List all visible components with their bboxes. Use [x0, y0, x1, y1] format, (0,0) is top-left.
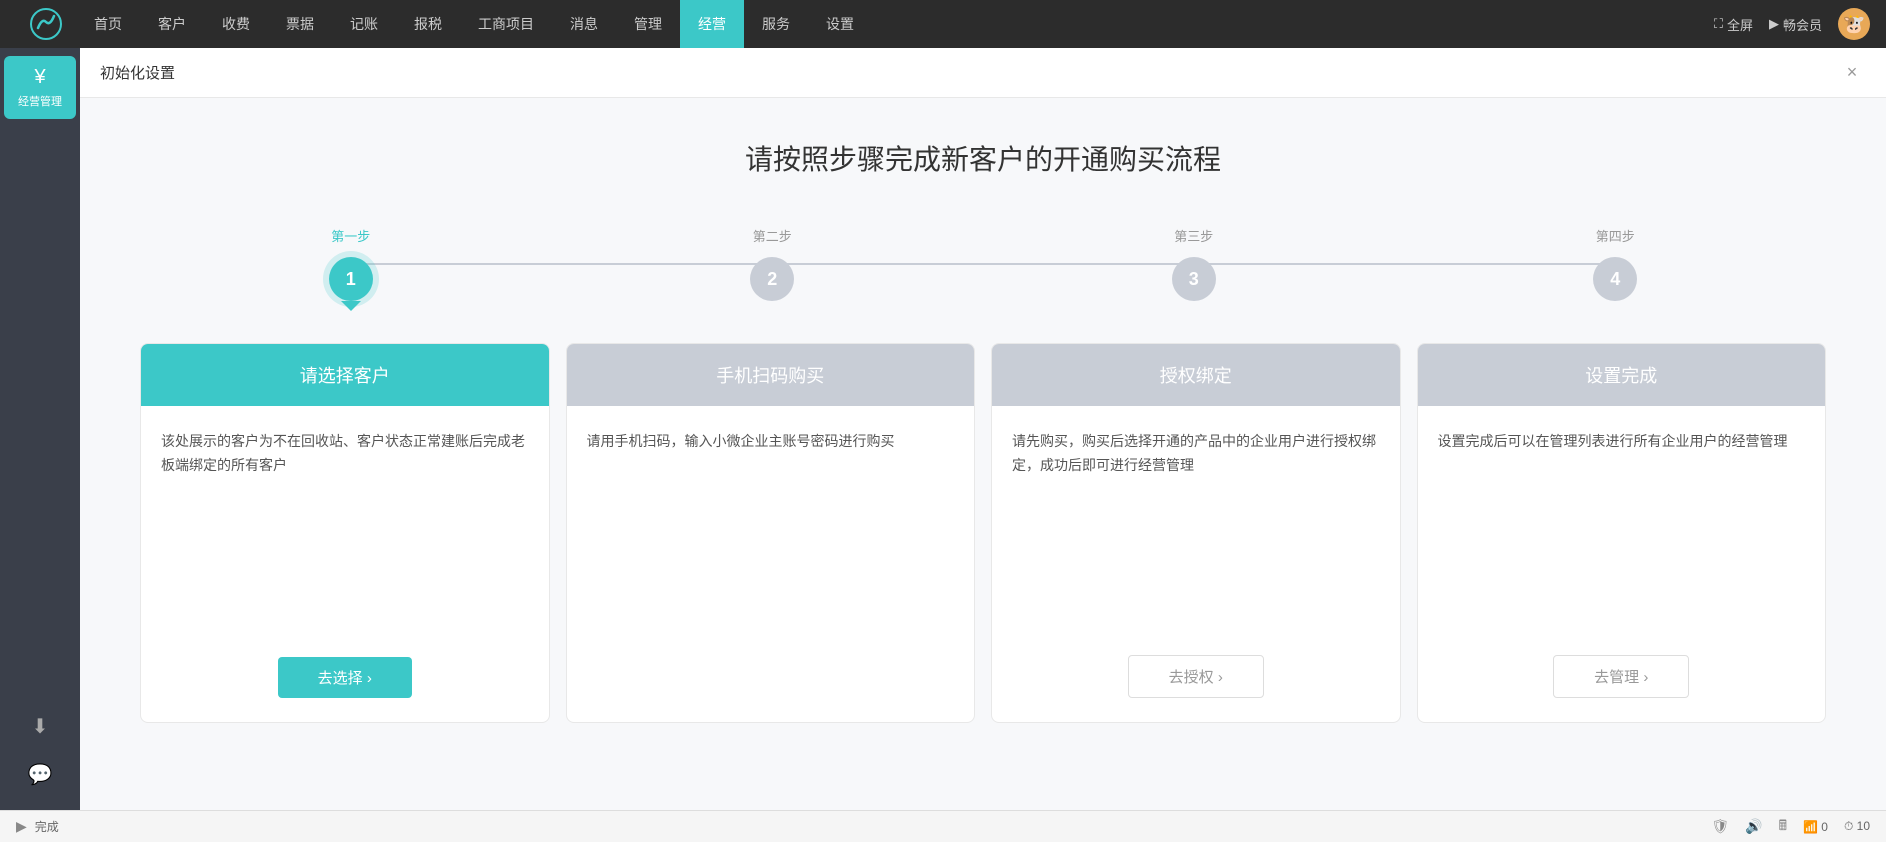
steps-container: 第一步1›第二步2›第三步3›第四步4: [140, 226, 1826, 311]
action-btn-3[interactable]: 去授权 ›: [1128, 655, 1264, 698]
fullscreen-btn[interactable]: ⛶ 全屏: [1714, 15, 1753, 34]
play-icon: ▶: [1769, 16, 1779, 32]
main-layout: ¥ 经营管理 ⬇ 💬 初始化设置 × 请按照步骤完成新客户的开通购买流程 第一步…: [0, 48, 1886, 810]
management-icon: ¥: [34, 66, 45, 89]
timer-status: ⏱ 10: [1844, 819, 1870, 834]
nav-item-报税[interactable]: 报税: [396, 0, 460, 48]
status-bar-right: 🛡 🔊 🖩 📶 0 ⏱ 10: [1711, 815, 1870, 839]
content-area: 初始化设置 × 请按照步骤完成新客户的开通购买流程 第一步1›第二步2›第三步3…: [80, 48, 1886, 810]
nav-item-管理[interactable]: 管理: [616, 0, 680, 48]
card-footer-4: 去管理 ›: [1418, 639, 1826, 722]
step-label-4: 第四步: [1596, 226, 1635, 245]
step-label-3: 第三步: [1174, 226, 1213, 245]
logo: [16, 8, 76, 40]
network-status: 📶 0: [1803, 820, 1828, 834]
nav-item-收费[interactable]: 收费: [204, 0, 268, 48]
avatar[interactable]: 🐮: [1838, 8, 1870, 40]
nav-item-票据[interactable]: 票据: [268, 0, 332, 48]
card-header-3: 授权绑定: [992, 344, 1400, 406]
step-circle-1: 1: [329, 257, 373, 301]
step-card-1: 请选择客户该处展示的客户为不在回收站、客户状态正常建账后完成老板端绑定的所有客户…: [140, 343, 550, 723]
card-body-4: 设置完成后可以在管理列表进行所有企业用户的经营管理: [1418, 406, 1826, 639]
nav-item-经营[interactable]: 经营: [680, 0, 744, 48]
content-header: 初始化设置 ×: [80, 48, 1886, 98]
sidebar: ¥ 经营管理 ⬇ 💬: [0, 48, 80, 810]
step-card-2: 手机扫码购买请用手机扫码，输入小微企业主账号密码进行购买: [566, 343, 976, 723]
page-heading: 请按照步骤完成新客户的开通购买流程: [140, 138, 1826, 178]
card-body-1: 该处展示的客户为不在回收站、客户状态正常建账后完成老板端绑定的所有客户: [141, 406, 549, 641]
calculator-icon: 🖩: [1779, 815, 1787, 839]
step-label-2: 第二步: [753, 226, 792, 245]
nav-item-客户[interactable]: 客户: [140, 0, 204, 48]
volume-icon[interactable]: 🔊: [1745, 818, 1762, 835]
shield-icon: 🛡: [1711, 818, 1729, 835]
step-wrapper-1: 第一步1›: [140, 226, 562, 311]
status-bar-left: ▶ 完成: [16, 818, 59, 835]
nav-item-首页[interactable]: 首页: [76, 0, 140, 48]
sidebar-item-management[interactable]: ¥ 经营管理: [4, 56, 76, 119]
cards-container: 请选择客户该处展示的客户为不在回收站、客户状态正常建账后完成老板端绑定的所有客户…: [140, 343, 1826, 723]
status-text: 完成: [35, 818, 59, 835]
nav-item-设置[interactable]: 设置: [808, 0, 872, 48]
nav-item-消息[interactable]: 消息: [552, 0, 616, 48]
card-body-3: 请先购买，购买后选择开通的产品中的企业用户进行授权绑定，成功后即可进行经营管理: [992, 406, 1400, 639]
fullscreen-icon: ⛶: [1714, 16, 1723, 32]
nav-item-记账[interactable]: 记账: [332, 0, 396, 48]
nav-item-工商项目[interactable]: 工商项目: [460, 0, 552, 48]
member-btn[interactable]: ▶ 畅会员: [1769, 15, 1822, 34]
step-connector-2: ›: [772, 263, 1194, 265]
sidebar-chat-btn[interactable]: 💬: [20, 754, 60, 794]
play-status-icon[interactable]: ▶: [16, 818, 27, 835]
nav-items: 首页客户收费票据记账报税工商项目消息管理经营服务设置: [76, 0, 1714, 48]
step-circle-4: 4: [1593, 257, 1637, 301]
card-header-2: 手机扫码购买: [567, 344, 975, 406]
step-circle-3: 3: [1172, 257, 1216, 301]
step-card-3: 授权绑定请先购买，购买后选择开通的产品中的企业用户进行授权绑定，成功后即可进行经…: [991, 343, 1401, 723]
card-header-1: 请选择客户: [141, 344, 549, 406]
card-footer-3: 去授权 ›: [992, 639, 1400, 722]
sidebar-item-label: 经营管理: [18, 93, 62, 109]
action-btn-1[interactable]: 去选择 ›: [278, 657, 412, 698]
step-card-4: 设置完成设置完成后可以在管理列表进行所有企业用户的经营管理去管理 ›: [1417, 343, 1827, 723]
card-header-4: 设置完成: [1418, 344, 1826, 406]
step-circle-2: 2: [750, 257, 794, 301]
main-content: 请按照步骤完成新客户的开通购买流程 第一步1›第二步2›第三步3›第四步4 请选…: [80, 98, 1886, 810]
action-btn-4[interactable]: 去管理 ›: [1553, 655, 1689, 698]
top-nav: 首页客户收费票据记账报税工商项目消息管理经营服务设置 ⛶ 全屏 ▶ 畅会员 🐮: [0, 0, 1886, 48]
close-button[interactable]: ×: [1838, 59, 1866, 87]
step-connector-1: ›: [351, 263, 773, 265]
page-title: 初始化设置: [100, 62, 175, 83]
sidebar-bottom: ⬇ 💬: [20, 706, 60, 810]
sidebar-download-btn[interactable]: ⬇: [20, 706, 60, 746]
step-pointer-1: [341, 301, 361, 311]
card-footer-1: 去选择 ›: [141, 641, 549, 722]
step-connector-3: ›: [1194, 263, 1616, 265]
status-bar: ▶ 完成 🛡 🔊 🖩 📶 0 ⏱ 10: [0, 810, 1886, 842]
step-label-1: 第一步: [331, 226, 370, 245]
card-body-2: 请用手机扫码，输入小微企业主账号密码进行购买: [567, 406, 975, 662]
nav-right: ⛶ 全屏 ▶ 畅会员 🐮: [1714, 8, 1870, 40]
nav-item-服务[interactable]: 服务: [744, 0, 808, 48]
